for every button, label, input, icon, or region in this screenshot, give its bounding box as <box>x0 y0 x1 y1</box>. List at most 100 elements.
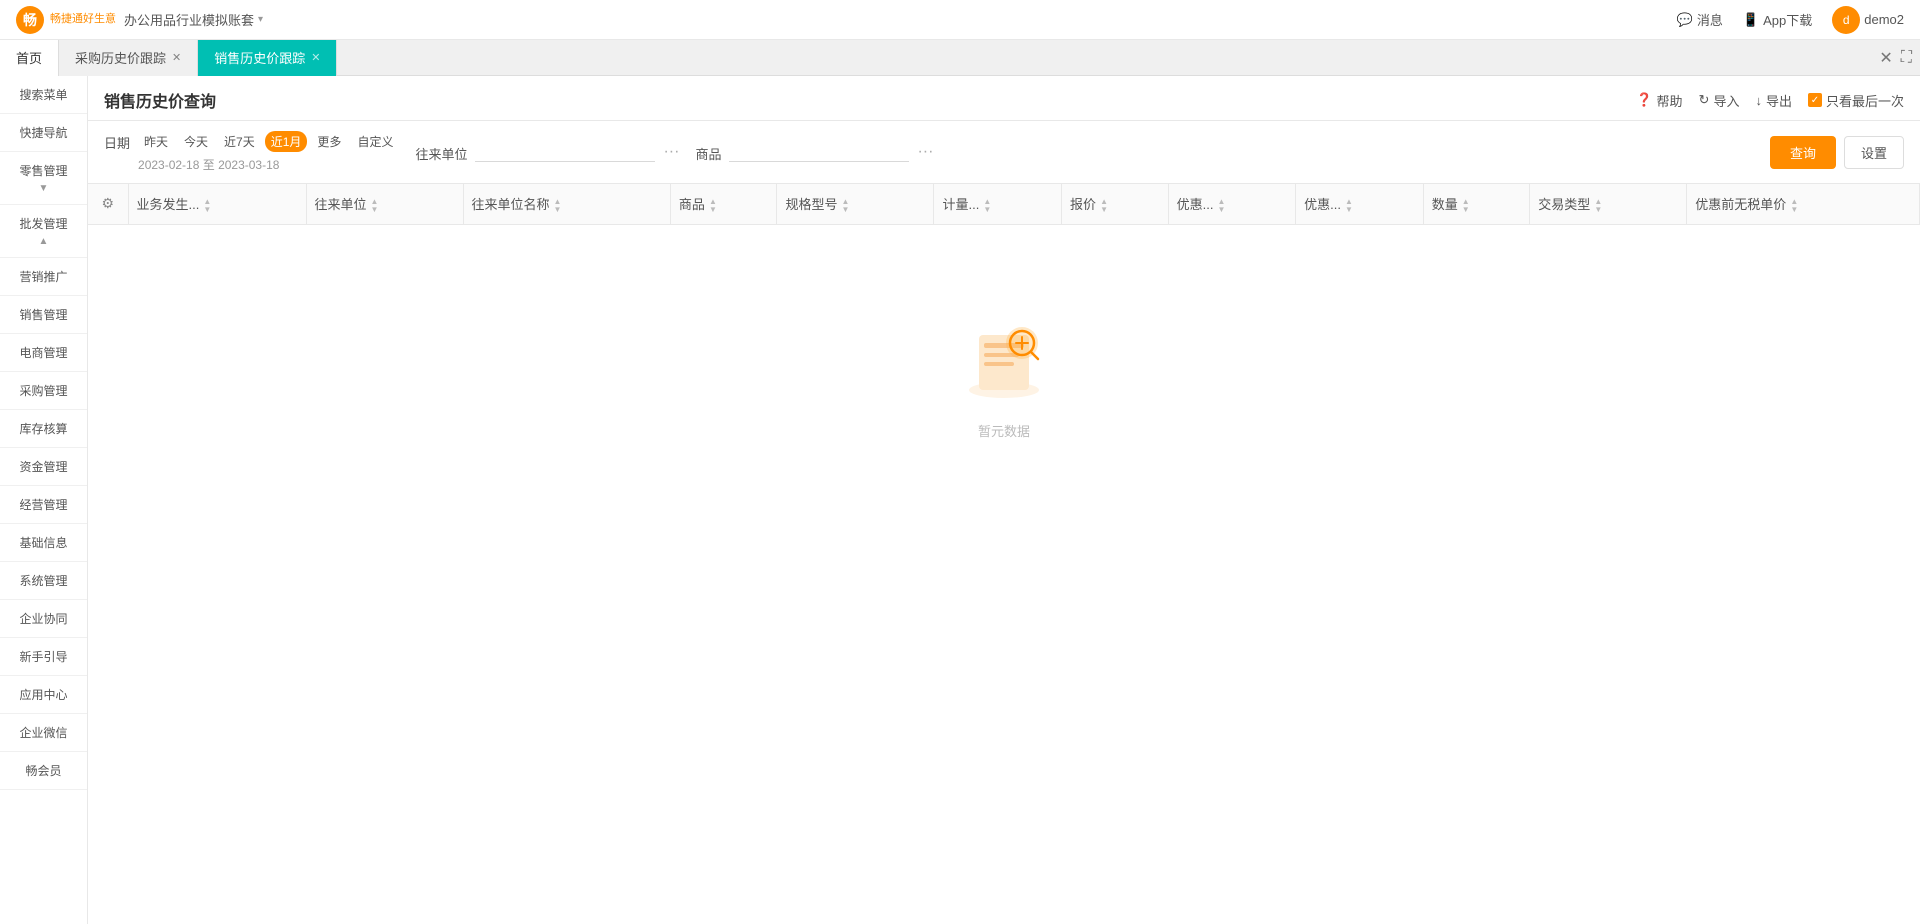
app-download-action[interactable]: 📱 App下载 <box>1743 10 1812 29</box>
message-icon: 💬 <box>1677 12 1693 28</box>
col-business-date[interactable]: 业务发生...▲▼ <box>128 184 306 224</box>
product-filter-group: 商品 ··· <box>695 142 933 163</box>
sidebar-item-app-center[interactable]: 应用中心 <box>0 676 87 714</box>
sidebar-item-basic-info[interactable]: 基础信息 <box>0 524 87 562</box>
custom-btn[interactable]: 自定义 <box>351 131 399 152</box>
sidebar-corp-wechat-label: 企业微信 <box>19 724 67 741</box>
app-download-label: App下载 <box>1763 10 1812 29</box>
sidebar-item-member[interactable]: 畅会员 <box>0 752 87 790</box>
sidebar-item-ecommerce[interactable]: 电商管理 <box>0 334 87 372</box>
sidebar-item-enterprise[interactable]: 企业协同 <box>0 600 87 638</box>
page-title: 销售历史价查询 <box>104 88 216 112</box>
top-bar: 畅 畅捷通好生意 办公用品行业模拟账套 ▾ 💬 消息 📱 App下载 d dem… <box>0 0 1920 40</box>
date-filter-group: 日期 昨天 今天 近7天 近1月 更多 自定义 2023-02-18 至 202… <box>104 131 399 173</box>
table-settings-column[interactable]: ⚙ <box>88 184 128 224</box>
import-label: 导入 <box>1713 91 1739 110</box>
import-action[interactable]: ↻ 导入 <box>1699 91 1740 110</box>
more-btn[interactable]: 更多 <box>311 131 347 152</box>
tab-bar: 首页 采购历史价跟踪 ✕ 销售历史价跟踪 ✕ ✕ ⛶ <box>0 40 1920 76</box>
sort-icon: ▲▼ <box>709 198 717 214</box>
sidebar-operations-label: 经营管理 <box>19 496 67 513</box>
sidebar-item-sales-mgmt[interactable]: 销售管理 <box>0 296 87 334</box>
sidebar-item-finance[interactable]: 资金管理 <box>0 448 87 486</box>
sidebar-retail-mgmt-label: 零售管理 <box>19 162 67 179</box>
col-partner-code[interactable]: 往来单位▲▼ <box>306 184 463 224</box>
show-last-toggle[interactable]: ✓ 只看最后一次 <box>1808 91 1904 110</box>
col-discount2[interactable]: 优惠...▲▼ <box>1296 184 1424 224</box>
message-action[interactable]: 💬 消息 <box>1677 10 1723 29</box>
close-sales-tab-icon[interactable]: ✕ <box>311 51 320 64</box>
sidebar-newbie-label: 新手引导 <box>19 648 67 665</box>
user-profile[interactable]: d demo2 <box>1832 6 1904 34</box>
checkbox-checked-icon: ✓ <box>1808 93 1822 107</box>
last7days-btn[interactable]: 近7天 <box>218 131 261 152</box>
product-expand-icon[interactable]: ··· <box>917 143 933 161</box>
settings-button[interactable]: 设置 <box>1844 136 1904 169</box>
empty-text: 暂元数据 <box>978 421 1030 440</box>
close-purchase-tab-icon[interactable]: ✕ <box>172 51 181 64</box>
col-pretax-price[interactable]: 优惠前无税单价▲▼ <box>1687 184 1920 224</box>
username-label: demo2 <box>1864 12 1904 27</box>
col-spec[interactable]: 规格型号▲▼ <box>777 184 934 224</box>
col-price[interactable]: 报价▲▼ <box>1062 184 1169 224</box>
sidebar-purchase-mgmt-label: 采购管理 <box>19 382 67 399</box>
main-layout: 搜索菜单 快捷导航 零售管理 ▼ 批发管理 ▲ 营销推广 销售管理 电商管理 采… <box>0 76 1920 924</box>
sidebar-item-quick-nav[interactable]: 快捷导航 <box>0 114 87 152</box>
sidebar-item-corp-wechat[interactable]: 企业微信 <box>0 714 87 752</box>
sidebar-item-operations[interactable]: 经营管理 <box>0 486 87 524</box>
product-input[interactable] <box>729 142 909 162</box>
col-transaction-type[interactable]: 交易类型▲▼ <box>1530 184 1687 224</box>
help-action[interactable]: ❓ 帮助 <box>1636 91 1682 110</box>
yesterday-btn[interactable]: 昨天 <box>138 131 174 152</box>
help-icon: ❓ <box>1636 92 1652 108</box>
sidebar-item-inventory[interactable]: 库存核算 <box>0 410 87 448</box>
date-range-display: 2023-02-18 至 2023-03-18 <box>138 156 399 173</box>
data-table: ⚙ 业务发生...▲▼ 往来单位▲▼ 往来单位名称▲▼ 商品▲▼ <box>88 184 1920 225</box>
sidebar-item-purchase-mgmt[interactable]: 采购管理 <box>0 372 87 410</box>
customer-expand-icon[interactable]: ··· <box>663 143 679 161</box>
chevron-up-icon: ▲ <box>39 236 49 247</box>
query-button[interactable]: 查询 <box>1770 136 1836 169</box>
tab-purchase-history[interactable]: 采购历史价跟踪 ✕ <box>59 40 198 76</box>
sidebar-item-system[interactable]: 系统管理 <box>0 562 87 600</box>
sort-icon: ▲▼ <box>983 198 991 214</box>
sidebar-item-retail-mgmt[interactable]: 零售管理 ▼ <box>0 152 87 205</box>
sidebar-marketing-label: 营销推广 <box>19 268 67 285</box>
sidebar-item-wholesale-mgmt[interactable]: 批发管理 ▲ <box>0 205 87 258</box>
customer-filter-label: 往来单位 <box>415 142 467 163</box>
col-discount1[interactable]: 优惠...▲▼ <box>1168 184 1296 224</box>
col-quantity[interactable]: 数量▲▼ <box>1423 184 1530 224</box>
export-label: 导出 <box>1766 91 1792 110</box>
top-bar-left: 畅 畅捷通好生意 办公用品行业模拟账套 ▾ <box>16 6 263 34</box>
customer-input[interactable] <box>475 142 655 162</box>
last1month-btn[interactable]: 近1月 <box>265 131 308 152</box>
filter-actions: 查询 设置 <box>1770 136 1904 169</box>
close-all-tabs-button[interactable]: ✕ <box>1879 48 1892 68</box>
app-selector[interactable]: 办公用品行业模拟账套 ▾ <box>124 10 263 29</box>
maximize-button[interactable]: ⛶ <box>1901 49 1912 67</box>
phone-icon: 📱 <box>1743 12 1759 28</box>
help-label: 帮助 <box>1657 91 1683 110</box>
sidebar-item-marketing[interactable]: 营销推广 <box>0 258 87 296</box>
chevron-down-icon: ▾ <box>258 14 263 25</box>
today-btn[interactable]: 今天 <box>178 131 214 152</box>
chevron-down-icon: ▼ <box>39 183 49 194</box>
purchase-history-tab-label: 采购历史价跟踪 <box>75 48 166 67</box>
sidebar-item-newbie[interactable]: 新手引导 <box>0 638 87 676</box>
gear-icon[interactable]: ⚙ <box>101 195 114 211</box>
col-product[interactable]: 商品▲▼ <box>670 184 777 224</box>
tab-sales-history[interactable]: 销售历史价跟踪 ✕ <box>198 40 337 76</box>
sort-icon: ▲▼ <box>842 198 850 214</box>
col-partner-name[interactable]: 往来单位名称▲▼ <box>463 184 670 224</box>
logo-text: 畅捷通好生意 <box>50 12 116 26</box>
filter-bar: 日期 昨天 今天 近7天 近1月 更多 自定义 2023-02-18 至 202… <box>88 121 1920 184</box>
sidebar-item-search-menu[interactable]: 搜索菜单 <box>0 76 87 114</box>
sidebar-search-menu-label: 搜索菜单 <box>19 86 67 103</box>
col-unit[interactable]: 计量...▲▼ <box>934 184 1062 224</box>
export-action[interactable]: ↓ 导出 <box>1755 91 1792 110</box>
import-icon: ↻ <box>1699 92 1710 108</box>
tab-home[interactable]: 首页 <box>0 40 59 76</box>
sort-icon: ▲▼ <box>1217 198 1225 214</box>
sort-icon: ▲▼ <box>1345 198 1353 214</box>
sort-icon: ▲▼ <box>1100 198 1108 214</box>
